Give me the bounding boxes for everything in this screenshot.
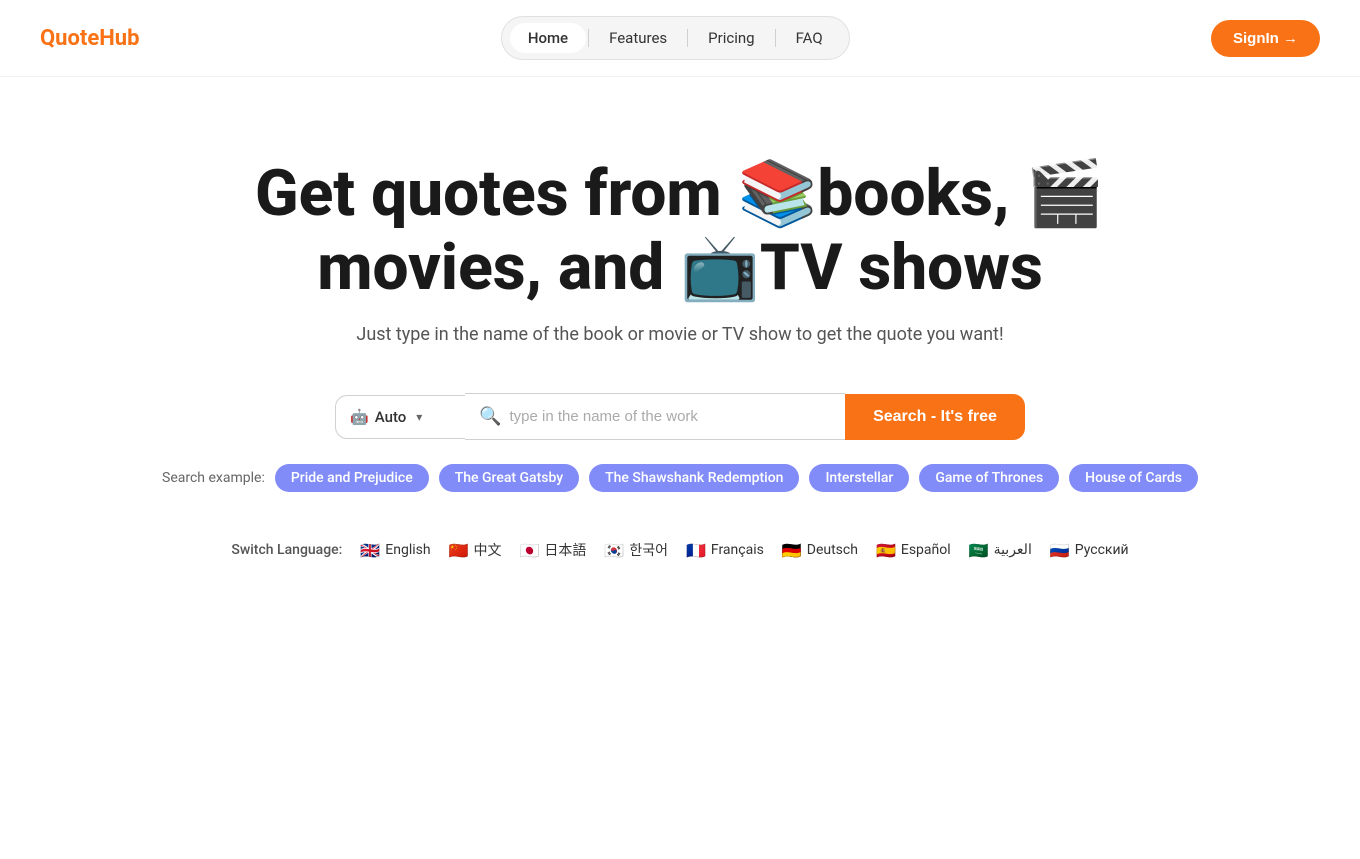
logo[interactable]: QuoteHub <box>40 26 139 51</box>
flag-de: 🇩🇪 <box>782 541 802 560</box>
hero-books-text: books, <box>817 156 1025 231</box>
auto-label: Auto <box>375 408 407 426</box>
nav-faq[interactable]: FAQ <box>778 23 841 53</box>
hero-tv-emoji: 📺 <box>680 230 760 305</box>
nav-divider-2 <box>687 29 688 47</box>
hero-tv-text: TV shows <box>760 230 1043 305</box>
navbar: QuoteHub Home Features Pricing FAQ SignI… <box>0 0 1360 77</box>
hero-section: Get quotes from 📚books, 🎬 movies, and 📺TV… <box>0 77 1360 600</box>
nav-home[interactable]: Home <box>510 23 586 53</box>
flag-es: 🇪🇸 <box>876 541 896 560</box>
flag-ko: 🇰🇷 <box>604 541 624 560</box>
hero-title-part1: Get quotes from <box>255 156 738 231</box>
hero-subtitle: Just type in the name of the book or mov… <box>356 324 1003 345</box>
hero-movies-text: movies, and <box>317 230 680 305</box>
lang-de[interactable]: 🇩🇪 Deutsch <box>782 541 858 560</box>
lang-ar[interactable]: 🇸🇦 العربية <box>969 541 1032 560</box>
nav-divider-1 <box>588 29 589 47</box>
lang-ko-label: 한국어 <box>629 540 668 560</box>
lang-ja-label: 日本語 <box>544 540 586 560</box>
example-tag-0[interactable]: Pride and Prejudice <box>275 464 429 492</box>
search-examples: Search example: Pride and Prejudice The … <box>162 464 1198 492</box>
search-examples-label: Search example: <box>162 470 265 486</box>
auto-select[interactable]: 🤖 Auto ▾ <box>335 395 465 439</box>
chevron-down-icon: ▾ <box>416 410 422 424</box>
lang-fr[interactable]: 🇫🇷 Français <box>686 541 764 560</box>
search-container: 🤖 Auto ▾ 🔍 Search - It's free <box>335 393 1025 440</box>
search-input[interactable] <box>509 394 831 439</box>
lang-de-label: Deutsch <box>807 542 858 558</box>
lang-ru-label: Русский <box>1075 542 1129 558</box>
example-tag-1[interactable]: The Great Gatsby <box>439 464 579 492</box>
lang-en[interactable]: 🇬🇧 English <box>360 541 430 560</box>
nav-pricing[interactable]: Pricing <box>690 23 772 53</box>
language-switch: Switch Language: 🇬🇧 English 🇨🇳 中文 🇯🇵 日本語… <box>231 540 1128 560</box>
search-icon: 🔍 <box>479 406 501 427</box>
lang-ar-label: العربية <box>994 542 1032 558</box>
nav-links: Home Features Pricing FAQ <box>501 16 850 60</box>
search-button[interactable]: Search - It's free <box>845 394 1025 440</box>
lang-fr-label: Français <box>711 542 764 558</box>
flag-ru: 🇷🇺 <box>1050 541 1070 560</box>
flag-ar: 🇸🇦 <box>969 541 989 560</box>
lang-ru[interactable]: 🇷🇺 Русский <box>1050 541 1129 560</box>
lang-ko[interactable]: 🇰🇷 한국어 <box>604 540 668 560</box>
flag-ja: 🇯🇵 <box>519 541 539 560</box>
signin-button[interactable]: SignIn → <box>1211 20 1320 57</box>
hero-title: Get quotes from 📚books, 🎬 movies, and 📺TV… <box>230 157 1130 304</box>
hero-books-emoji: 📚 <box>738 156 818 231</box>
lang-es-label: Español <box>901 542 951 558</box>
language-switch-label: Switch Language: <box>231 542 342 558</box>
flag-en: 🇬🇧 <box>360 541 380 560</box>
hero-movies-emoji: 🎬 <box>1025 156 1105 231</box>
lang-ja[interactable]: 🇯🇵 日本語 <box>519 540 586 560</box>
example-tag-5[interactable]: House of Cards <box>1069 464 1198 492</box>
robot-emoji: 🤖 <box>350 408 369 426</box>
lang-en-label: English <box>385 542 430 558</box>
lang-es[interactable]: 🇪🇸 Español <box>876 541 951 560</box>
nav-features[interactable]: Features <box>591 23 685 53</box>
nav-divider-3 <box>775 29 776 47</box>
lang-zh[interactable]: 🇨🇳 中文 <box>449 540 502 560</box>
example-tag-4[interactable]: Game of Thrones <box>919 464 1059 492</box>
search-input-wrapper: 🔍 <box>465 393 845 440</box>
flag-fr: 🇫🇷 <box>686 541 706 560</box>
flag-zh: 🇨🇳 <box>449 541 469 560</box>
example-tag-2[interactable]: The Shawshank Redemption <box>589 464 799 492</box>
example-tag-3[interactable]: Interstellar <box>809 464 909 492</box>
lang-zh-label: 中文 <box>473 540 501 560</box>
